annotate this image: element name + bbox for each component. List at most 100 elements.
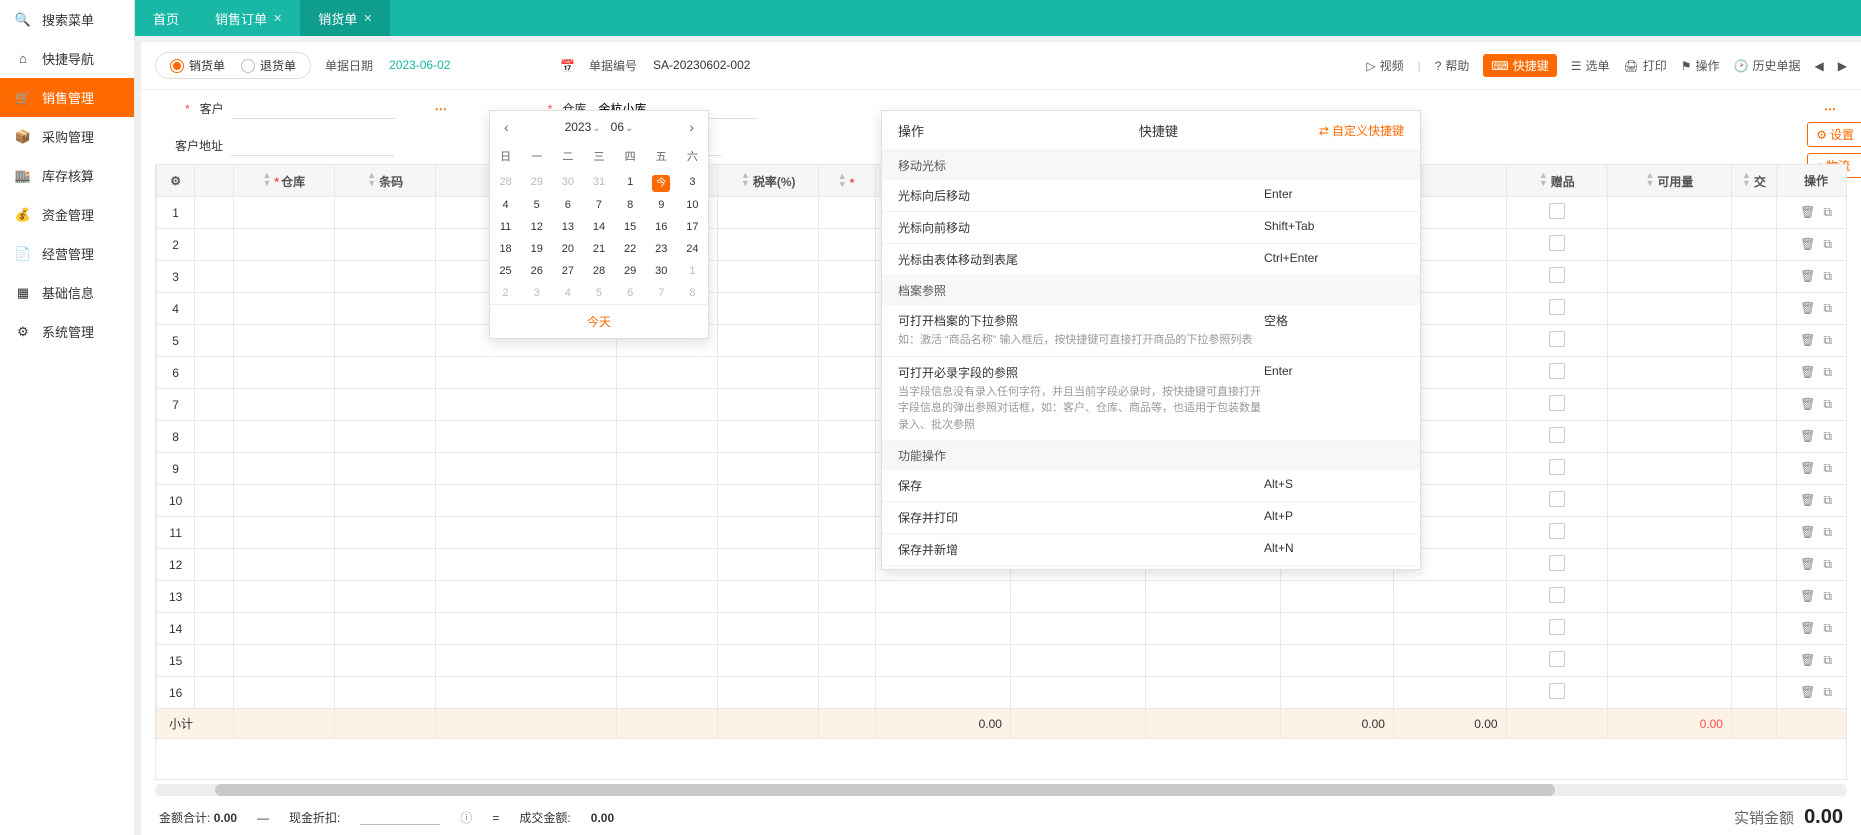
gift-cell[interactable] [1506,485,1607,517]
settings-button[interactable]: ⚙设置 [1807,122,1861,147]
cal-day[interactable]: 13 [552,216,583,238]
checkbox-icon[interactable] [1549,491,1565,507]
gift-cell[interactable] [1506,421,1607,453]
delete-icon[interactable]: 🗑 [1800,653,1815,668]
cal-day[interactable]: 30 [646,260,677,282]
cal-day[interactable]: 21 [583,238,614,260]
copy-icon[interactable]: ⧉ [1823,589,1832,604]
delete-icon[interactable]: 🗑 [1800,461,1815,476]
gift-cell[interactable] [1506,389,1607,421]
delete-icon[interactable]: 🗑 [1800,397,1815,412]
cal-day[interactable]: 5 [521,194,552,216]
copy-icon[interactable]: ⧉ [1823,685,1832,700]
help-icon[interactable]: ⓘ [460,809,472,826]
delete-icon[interactable]: 🗑 [1800,525,1815,540]
delete-icon[interactable]: 🗑 [1800,301,1815,316]
table-row[interactable]: 13🗑⧉ [157,581,1848,613]
checkbox-icon[interactable] [1549,235,1565,251]
cal-day[interactable]: 14 [583,216,614,238]
delete-icon[interactable]: 🗑 [1800,685,1815,700]
sidebar-item-fund[interactable]: 💰资金管理 [0,195,134,234]
cal-prev[interactable]: ‹ [500,119,513,135]
copy-icon[interactable]: ⧉ [1823,493,1832,508]
checkbox-icon[interactable] [1549,267,1565,283]
cal-day[interactable]: 24 [677,238,708,260]
gift-cell[interactable] [1506,453,1607,485]
cal-next[interactable]: › [685,119,698,135]
cal-day[interactable]: 29 [521,169,552,194]
checkbox-icon[interactable] [1549,299,1565,315]
gift-cell[interactable] [1506,229,1607,261]
gift-cell[interactable] [1506,261,1607,293]
gift-cell[interactable] [1506,549,1607,581]
gift-cell[interactable] [1506,197,1607,229]
tab-sales-bill[interactable]: 销货单✕ [300,0,390,36]
table-row[interactable]: 15🗑⧉ [157,645,1848,677]
address-input[interactable] [231,135,394,156]
sidebar-item-purchase[interactable]: 📦采购管理 [0,117,134,156]
help-link[interactable]: ?帮助 [1435,57,1470,74]
copy-icon[interactable]: ⧉ [1823,365,1832,380]
cal-day[interactable]: 28 [583,260,614,282]
cal-day[interactable]: 31 [583,169,614,194]
copy-icon[interactable]: ⧉ [1823,461,1832,476]
tab-sales-order[interactable]: 销售订单✕ [197,0,300,36]
delete-icon[interactable]: 🗑 [1800,333,1815,348]
gift-cell[interactable] [1506,645,1607,677]
cal-day[interactable]: 22 [615,238,646,260]
col-deliver[interactable]: ▲▼交 [1731,165,1776,197]
sidebar-item-base[interactable]: ▦基础信息 [0,273,134,312]
radio-return[interactable]: 退货单 [241,57,296,74]
cal-day[interactable]: 11 [490,216,521,238]
cal-day[interactable]: 10 [677,194,708,216]
cal-day[interactable]: 16 [646,216,677,238]
custom-shortcut-button[interactable]: ⇄自定义快捷键 [1319,122,1404,139]
checkbox-icon[interactable] [1549,363,1565,379]
horizontal-scrollbar[interactable] [155,784,1847,796]
table-row[interactable]: 16🗑⧉ [157,677,1848,709]
copy-icon[interactable]: ⧉ [1823,429,1832,444]
checkbox-icon[interactable] [1549,203,1565,219]
col-avail[interactable]: ▲▼可用量 [1608,165,1732,197]
copy-icon[interactable]: ⧉ [1823,205,1832,220]
col-barcode[interactable]: ▲▼条码 [334,165,435,197]
gift-cell[interactable] [1506,517,1607,549]
cal-day[interactable]: 9 [646,194,677,216]
copy-icon[interactable]: ⧉ [1823,557,1832,572]
cal-day[interactable]: 6 [615,282,646,304]
hotkey-button[interactable]: ⌨快捷键 [1483,54,1556,77]
sidebar-item-biz[interactable]: 📄经营管理 [0,234,134,273]
delete-icon[interactable]: 🗑 [1800,557,1815,572]
checkbox-icon[interactable] [1549,555,1565,571]
copy-icon[interactable]: ⧉ [1823,397,1832,412]
tab-home[interactable]: 首页 [135,0,197,36]
delete-icon[interactable]: 🗑 [1800,269,1815,284]
delete-icon[interactable]: 🗑 [1800,237,1815,252]
delete-icon[interactable]: 🗑 [1800,205,1815,220]
cal-day[interactable]: 8 [615,194,646,216]
close-icon[interactable]: ✕ [273,12,282,25]
cal-day[interactable]: 6 [552,194,583,216]
gift-cell[interactable] [1506,581,1607,613]
copy-icon[interactable]: ⧉ [1823,621,1832,636]
col-tax[interactable]: ▲▼税率(%) [718,165,819,197]
gift-cell[interactable] [1506,357,1607,389]
col-blank[interactable]: ▲▼* [819,165,875,197]
print-button[interactable]: 🖨打印 [1624,57,1667,74]
prev-button[interactable]: ◀ [1815,59,1824,73]
operate-button[interactable]: ⚑操作 [1681,57,1720,74]
next-button[interactable]: ▶ [1838,59,1847,73]
close-icon[interactable]: ✕ [363,12,372,25]
calendar-icon[interactable]: 📅 [560,59,575,73]
date-input[interactable] [387,56,546,75]
delete-icon[interactable]: 🗑 [1800,589,1815,604]
copy-icon[interactable]: ⧉ [1823,525,1832,540]
copy-icon[interactable]: ⧉ [1823,237,1832,252]
cal-day[interactable]: 18 [490,238,521,260]
scroll-thumb[interactable] [215,784,1555,796]
cal-day[interactable]: 26 [521,260,552,282]
cal-day[interactable]: 4 [552,282,583,304]
select-bill-button[interactable]: ☰选单 [1571,57,1610,74]
sidebar-item-search[interactable]: 🔍搜索菜单 [0,0,134,39]
checkbox-icon[interactable] [1549,651,1565,667]
